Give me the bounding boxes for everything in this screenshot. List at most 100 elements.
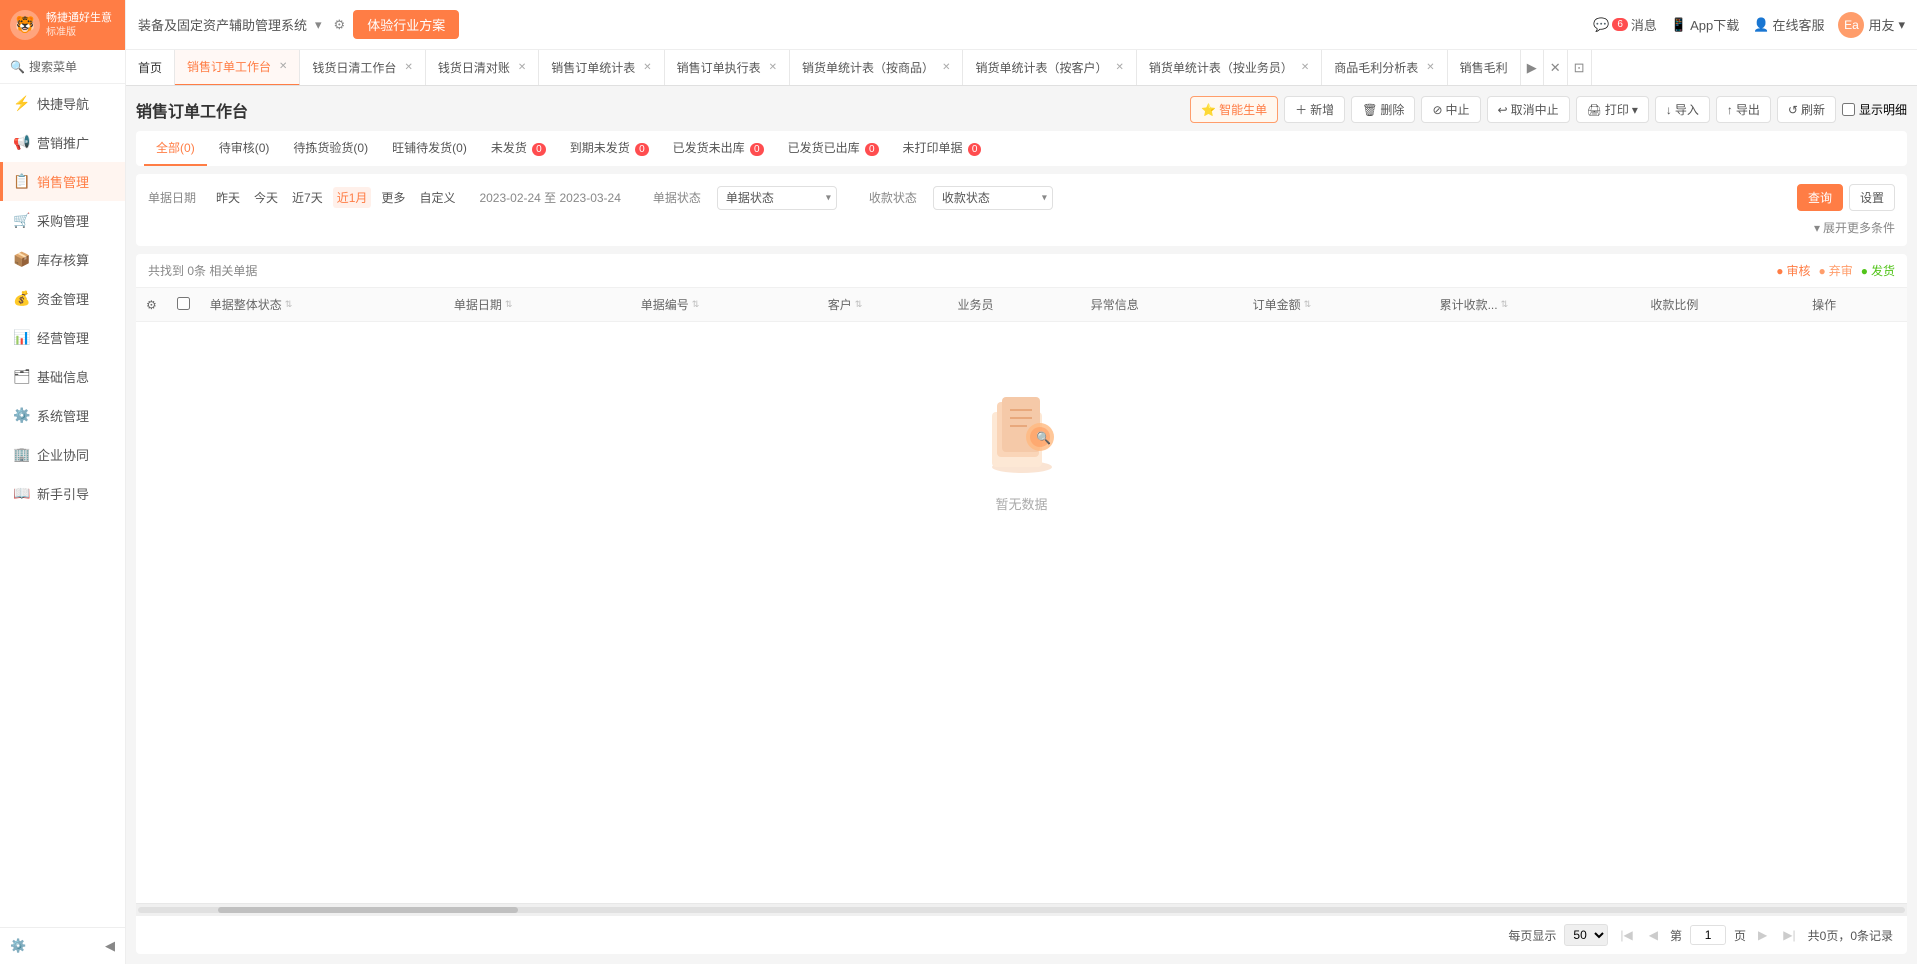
col-settings[interactable]: ⚙: [136, 288, 167, 322]
shipped-out-badge: 0: [865, 143, 879, 156]
date-today[interactable]: 今天: [250, 187, 282, 208]
print-button[interactable]: 🖨 打印 ▾: [1576, 96, 1649, 123]
page-nav-prev[interactable]: ◀: [1645, 926, 1662, 944]
app-download-btn[interactable]: 📱 App下载: [1671, 15, 1739, 34]
tab-home[interactable]: 首页: [126, 50, 175, 86]
sidebar-item-enterprise[interactable]: 🏢 企业协同: [0, 435, 125, 474]
smart-order-button[interactable]: ⭐ 智能生单: [1190, 96, 1278, 123]
date-last-month[interactable]: 近1月: [333, 187, 372, 208]
sidebar-item-guide[interactable]: 📖 新手引导: [0, 474, 125, 513]
add-button[interactable]: ＋ 新增: [1284, 96, 1345, 123]
date-yesterday[interactable]: 昨天: [212, 187, 244, 208]
tab-close-all[interactable]: ✕: [1544, 50, 1568, 86]
tab-cash-reconcile[interactable]: 钱货日清对账 ✕: [426, 50, 539, 86]
subtab-pending-review[interactable]: 待审核(0): [207, 131, 282, 166]
date-more[interactable]: 更多: [377, 187, 409, 208]
scrollbar-thumb[interactable]: [218, 907, 518, 913]
sort-collected[interactable]: 累计收款... ⇅: [1440, 296, 1509, 313]
import-button[interactable]: ↓ 导入: [1655, 96, 1710, 123]
horizontal-scrollbar[interactable]: [136, 903, 1907, 915]
sort-date[interactable]: 单据日期 ⇅: [454, 296, 513, 313]
sidebar-collapse-icon[interactable]: ◀: [105, 938, 115, 954]
tab-sales-order[interactable]: 销售订单工作台 ✕: [175, 50, 300, 86]
export-button[interactable]: ↑ 导出: [1716, 96, 1771, 123]
query-button[interactable]: 查询: [1797, 184, 1843, 211]
page-nav-last[interactable]: ▶|: [1779, 926, 1799, 944]
sidebar-search[interactable]: 🔍 搜索菜单: [0, 50, 125, 84]
tab-close-sales-stat[interactable]: ✕: [643, 62, 651, 73]
sidebar-item-finance[interactable]: 💰 资金管理: [0, 279, 125, 318]
tab-close-sales-order[interactable]: ✕: [279, 61, 287, 72]
cancel-stop-button[interactable]: ↩ 取消中止: [1487, 96, 1570, 123]
subtab-shipped-out[interactable]: 已发货已出库 0: [776, 131, 891, 166]
select-all-checkbox[interactable]: [177, 297, 190, 310]
expand-conditions-button[interactable]: ▾ 展开更多条件: [1814, 219, 1895, 236]
tab-cash-daily[interactable]: 钱货日清工作台 ✕: [300, 50, 425, 86]
subtab-not-printed[interactable]: 未打印单据 0: [891, 131, 994, 166]
subtab-pending-inspect[interactable]: 待拣货验货(0): [281, 131, 380, 166]
dropdown-icon[interactable]: ▾: [315, 17, 322, 33]
subtab-overdue[interactable]: 到期未发货 0: [558, 131, 661, 166]
subtab-shipped-not-out[interactable]: 已发货未出库 0: [661, 131, 776, 166]
sidebar-item-system[interactable]: ⚙️ 系统管理: [0, 396, 125, 435]
sidebar-item-basic-info[interactable]: 🗂 基础信息: [0, 357, 125, 396]
settings-filter-button[interactable]: 设置: [1849, 184, 1895, 211]
tab-close-cash-daily[interactable]: ✕: [404, 62, 412, 73]
topbar-actions: 💬 6 消息 📱 App下载 👤 在线客服 Ea 用友 ▾: [1593, 12, 1905, 38]
subtab-wangpu[interactable]: 旺铺待发货(0): [380, 131, 479, 166]
col-checkbox[interactable]: [167, 288, 200, 322]
message-btn[interactable]: 💬 6 消息: [1593, 15, 1657, 34]
tab-sales-stat-product[interactable]: 销货单统计表（按商品） ✕: [790, 50, 963, 86]
tab-sales-stat[interactable]: 销售订单统计表 ✕: [539, 50, 664, 86]
tab-close-product-margin[interactable]: ✕: [1426, 62, 1434, 73]
date-custom[interactable]: 自定义: [415, 187, 459, 208]
sort-status[interactable]: 单据整体状态 ⇅: [210, 296, 293, 313]
user-menu[interactable]: Ea 用友 ▾: [1838, 12, 1905, 38]
per-page-select[interactable]: 50: [1564, 924, 1608, 946]
tab-close-sales-stat-salesman[interactable]: ✕: [1301, 62, 1309, 73]
show-detail-checkbox[interactable]: [1842, 103, 1855, 116]
refresh-button[interactable]: ↺ 刷新: [1777, 96, 1836, 123]
stop-button[interactable]: ⊘ 中止: [1421, 96, 1480, 123]
sort-customer[interactable]: 客户 ⇅: [828, 296, 863, 313]
show-detail-checkbox-label[interactable]: 显示明细: [1842, 101, 1907, 118]
delete-button[interactable]: 🗑 删除: [1351, 96, 1415, 123]
industry-plan-button[interactable]: 体验行业方案: [353, 10, 459, 39]
tab-sales-gross[interactable]: 销售毛利: [1448, 50, 1521, 86]
tab-sales-stat-salesman[interactable]: 销货单统计表（按业务员） ✕: [1137, 50, 1322, 86]
sidebar-item-inventory[interactable]: 📦 库存核算: [0, 240, 125, 279]
tab-sales-stat-customer[interactable]: 销货单统计表（按客户） ✕: [963, 50, 1136, 86]
sidebar-item-sales[interactable]: 📋 销售管理: [0, 162, 125, 201]
tab-close-sales-exec[interactable]: ✕: [769, 62, 777, 73]
tab-close-sales-stat-product[interactable]: ✕: [942, 62, 950, 73]
sidebar-item-marketing[interactable]: 📢 营销推广: [0, 123, 125, 162]
scrollbar-track: [138, 907, 1905, 913]
tab-maximize[interactable]: ⊡: [1568, 50, 1592, 86]
sidebar-item-operations[interactable]: 📊 经营管理: [0, 318, 125, 357]
tab-sales-exec[interactable]: 销售订单执行表 ✕: [665, 50, 790, 86]
sort-amount[interactable]: 订单金额 ⇅: [1253, 296, 1312, 313]
gear-icon[interactable]: ⚙: [334, 17, 346, 33]
status-select[interactable]: 单据状态: [717, 186, 837, 210]
empty-text: 暂无数据: [995, 494, 1047, 513]
date-last7[interactable]: 近7天: [288, 187, 327, 208]
sidebar-settings-icon[interactable]: ⚙️: [10, 938, 26, 954]
page-nav-first[interactable]: |◀: [1616, 926, 1636, 944]
sidebar-item-purchase[interactable]: 🛒 采购管理: [0, 201, 125, 240]
online-service-btn[interactable]: 👤 在线客服: [1753, 15, 1824, 34]
bulk-ship-link[interactable]: ● 发货: [1861, 262, 1895, 279]
bulk-approve-link[interactable]: ● 审核: [1776, 262, 1810, 279]
bulk-cancel-approve-link[interactable]: ● 弃审: [1818, 262, 1852, 279]
page-label: 第: [1670, 927, 1682, 944]
tab-scroll-right[interactable]: ▶: [1521, 50, 1544, 86]
sort-number[interactable]: 单据编号 ⇅: [641, 296, 700, 313]
subtab-not-shipped[interactable]: 未发货 0: [479, 131, 558, 166]
page-nav-next[interactable]: ▶: [1754, 926, 1771, 944]
tab-product-margin[interactable]: 商品毛利分析表 ✕: [1322, 50, 1447, 86]
sidebar-item-quick-nav[interactable]: ⚡ 快捷导航: [0, 84, 125, 123]
payment-select[interactable]: 收款状态: [933, 186, 1053, 210]
tab-close-cash-reconcile[interactable]: ✕: [518, 62, 526, 73]
tab-close-sales-stat-customer[interactable]: ✕: [1115, 62, 1123, 73]
subtab-all[interactable]: 全部(0): [144, 131, 207, 166]
page-input[interactable]: [1690, 925, 1726, 945]
